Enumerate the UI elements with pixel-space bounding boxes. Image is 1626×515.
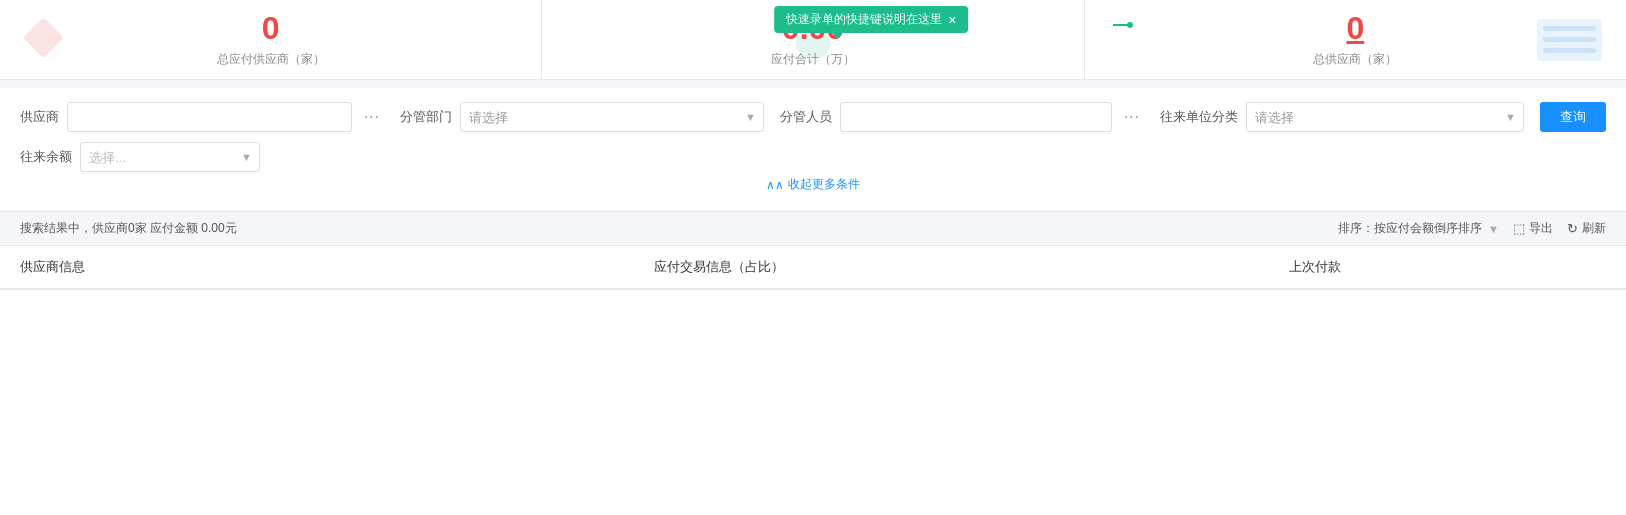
sort-arrow-icon: ▼ xyxy=(1488,223,1499,235)
collapse-label: 收起更多条件 xyxy=(788,176,860,193)
export-button[interactable]: ⬚ 导出 xyxy=(1513,220,1553,237)
collapse-button[interactable]: ∧∧ 收起更多条件 xyxy=(766,176,860,193)
th-last-payment: 上次付款 xyxy=(1289,258,1606,276)
person-field: 分管人员 ··· xyxy=(780,102,1144,132)
unit-class-select[interactable]: 请选择 xyxy=(1246,102,1524,132)
card-icon-bg xyxy=(1537,19,1602,61)
unit-class-select-wrapper: 请选择 ▼ xyxy=(1246,102,1524,132)
dept-select-wrapper: 请选择 ▼ xyxy=(460,102,764,132)
collapse-bar: ∧∧ 收起更多条件 xyxy=(20,172,1606,203)
th-payable-info: 应付交易信息（占比） xyxy=(654,258,1288,276)
payable-amount-label: 应付合计（万） xyxy=(771,51,855,68)
sort-label: 排序：按应付会额倒序排序 xyxy=(1338,220,1482,237)
supplier-dots-btn[interactable]: ··· xyxy=(360,108,384,126)
balance-label: 往来余额 xyxy=(20,148,72,166)
refresh-button[interactable]: ↻ 刷新 xyxy=(1567,220,1606,237)
refresh-icon: ↻ xyxy=(1567,221,1578,236)
stat-payable-total: 0.00 应付合计（万） 快速录单的快捷键说明在这里 × xyxy=(542,0,1084,79)
search-row-2: 往来余额 选择... ▼ xyxy=(20,142,1606,172)
supplier-field: 供应商 ··· xyxy=(20,102,384,132)
tooltip-text: 快速录单的快捷键说明在这里 xyxy=(786,11,942,28)
result-summary: 搜索结果中，供应商0家 应付金额 0.00元 xyxy=(20,220,237,237)
search-row-1: 供应商 ··· 分管部门 请选择 ▼ 分管人员 ··· 往来单位分类 请选择 xyxy=(20,102,1606,132)
person-label: 分管人员 xyxy=(780,108,832,126)
collapse-up-icon: ∧∧ xyxy=(766,178,784,192)
export-label: 导出 xyxy=(1529,220,1553,237)
export-icon: ⬚ xyxy=(1513,221,1525,236)
person-dots-btn[interactable]: ··· xyxy=(1120,108,1144,126)
unit-class-label: 往来单位分类 xyxy=(1160,108,1238,126)
dept-label: 分管部门 xyxy=(400,108,452,126)
supplier-input[interactable] xyxy=(67,102,352,132)
balance-select[interactable]: 选择... xyxy=(80,142,260,172)
payable-suppliers-label: 总应付供应商（家） xyxy=(217,51,325,68)
dept-field: 分管部门 请选择 ▼ xyxy=(400,102,764,132)
total-suppliers-number: 0 xyxy=(1346,11,1364,46)
refresh-label: 刷新 xyxy=(1582,220,1606,237)
balance-field: 往来余额 选择... ▼ xyxy=(20,142,260,172)
person-input[interactable] xyxy=(840,102,1112,132)
diamond-icon: ¥ xyxy=(20,15,70,65)
indicator-line xyxy=(1113,24,1129,26)
table-header: 供应商信息 应付交易信息（占比） 上次付款 xyxy=(0,246,1626,290)
total-suppliers-label: 总供应商（家） xyxy=(1313,51,1397,68)
result-actions: 排序：按应付会额倒序排序 ▼ ⬚ 导出 ↻ 刷新 xyxy=(1338,220,1606,237)
table-body xyxy=(0,290,1626,515)
sort-dropdown[interactable]: 排序：按应付会额倒序排序 ▼ xyxy=(1338,220,1499,237)
table-area: 供应商信息 应付交易信息（占比） 上次付款 xyxy=(0,246,1626,515)
stat-total-suppliers: 0 总供应商（家） xyxy=(1085,0,1626,79)
payable-suppliers-number: 0 xyxy=(262,11,280,46)
th-supplier-info: 供应商信息 xyxy=(20,258,654,276)
stat-total-payable-suppliers: ¥ 0 总应付供应商（家） xyxy=(0,0,542,79)
search-area: 供应商 ··· 分管部门 请选择 ▼ 分管人员 ··· 往来单位分类 请选择 xyxy=(0,88,1626,212)
tooltip-bubble: 快速录单的快捷键说明在这里 × xyxy=(774,6,968,33)
tooltip-close[interactable]: × xyxy=(948,13,956,27)
result-bar: 搜索结果中，供应商0家 应付金额 0.00元 排序：按应付会额倒序排序 ▼ ⬚ … xyxy=(0,212,1626,246)
query-button[interactable]: 查询 xyxy=(1540,102,1606,132)
svg-text:¥: ¥ xyxy=(41,33,47,44)
supplier-label: 供应商 xyxy=(20,108,59,126)
dept-select[interactable]: 请选择 xyxy=(460,102,764,132)
unit-class-field: 往来单位分类 请选择 ▼ xyxy=(1160,102,1524,132)
stats-bar: ¥ 0 总应付供应商（家） 0.00 应付合计（万） 快速录单的快捷 xyxy=(0,0,1626,80)
